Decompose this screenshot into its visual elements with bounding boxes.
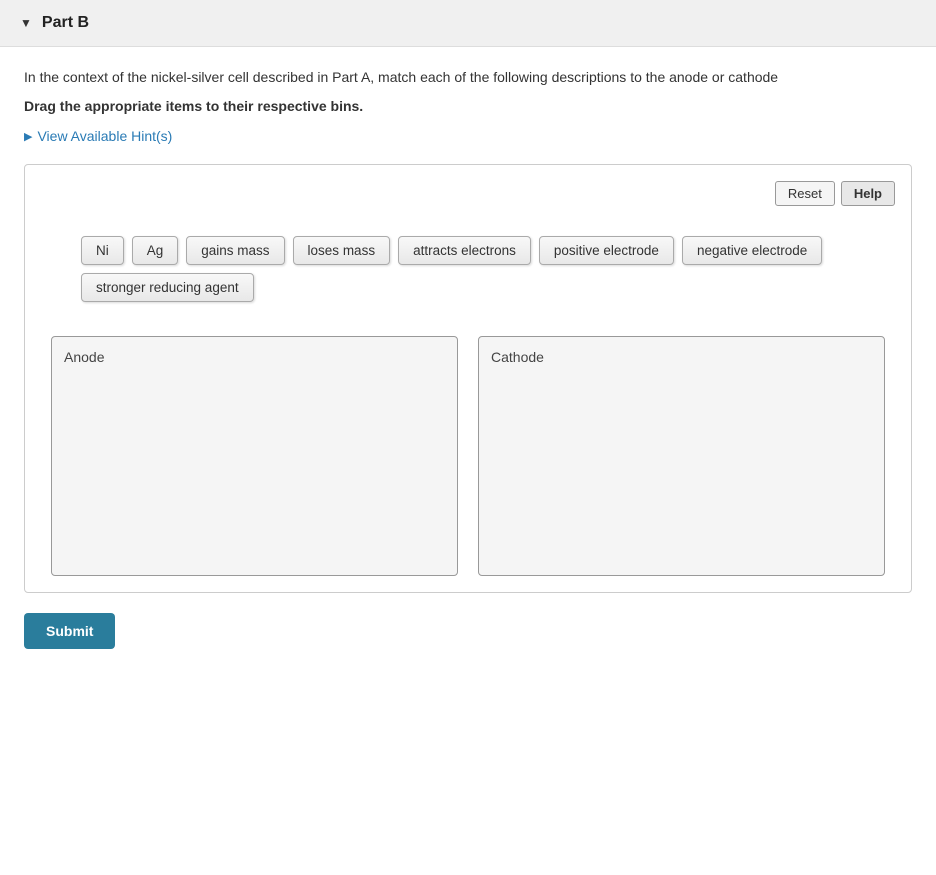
submit-button[interactable]: Submit bbox=[24, 613, 115, 649]
hint-link[interactable]: ▶ View Available Hint(s) bbox=[24, 128, 912, 144]
drop-zone-cathode[interactable]: Cathode bbox=[478, 336, 885, 576]
part-header: ▼ Part B bbox=[0, 0, 936, 47]
drag-drop-container: Reset Help Ni Aggains mass loses massattra… bbox=[24, 164, 912, 593]
collapse-chevron[interactable]: ▼ bbox=[20, 16, 32, 30]
instruction-text: Drag the appropriate items to their resp… bbox=[24, 98, 912, 114]
drop-zone-anode[interactable]: Anode bbox=[51, 336, 458, 576]
hint-arrow: ▶ bbox=[24, 130, 32, 143]
drag-item-ni[interactable]: Ni bbox=[81, 236, 124, 265]
drop-zone-label-anode: Anode bbox=[64, 349, 445, 365]
drag-item-positive-electrode[interactable]: positive electrode bbox=[539, 236, 674, 265]
drag-item-stronger-reducing-agent[interactable]: stronger reducing agent bbox=[81, 273, 254, 302]
help-button[interactable]: Help bbox=[841, 181, 895, 206]
drag-item-loses-mass[interactable]: loses mass bbox=[293, 236, 391, 265]
reset-button[interactable]: Reset bbox=[775, 181, 835, 206]
drag-item-attracts-electrons[interactable]: attracts electrons bbox=[398, 236, 531, 265]
drag-item-gains-mass[interactable]: gains mass bbox=[186, 236, 284, 265]
content-area: In the context of the nickel-silver cell… bbox=[0, 47, 936, 669]
description-text: In the context of the nickel-silver cell… bbox=[24, 67, 912, 88]
drag-item-negative-electrode[interactable]: negative electrode bbox=[682, 236, 822, 265]
draggable-items-area: Ni Aggains mass loses massattracts electro… bbox=[41, 226, 895, 312]
drop-zone-label-cathode: Cathode bbox=[491, 349, 872, 365]
toolbar: Reset Help bbox=[41, 181, 895, 206]
hint-label: View Available Hint(s) bbox=[37, 128, 172, 144]
drag-item-ag[interactable]: Ag bbox=[132, 236, 179, 265]
part-title: Part B bbox=[42, 14, 89, 32]
drop-zones-area: Anode Cathode bbox=[41, 336, 895, 576]
